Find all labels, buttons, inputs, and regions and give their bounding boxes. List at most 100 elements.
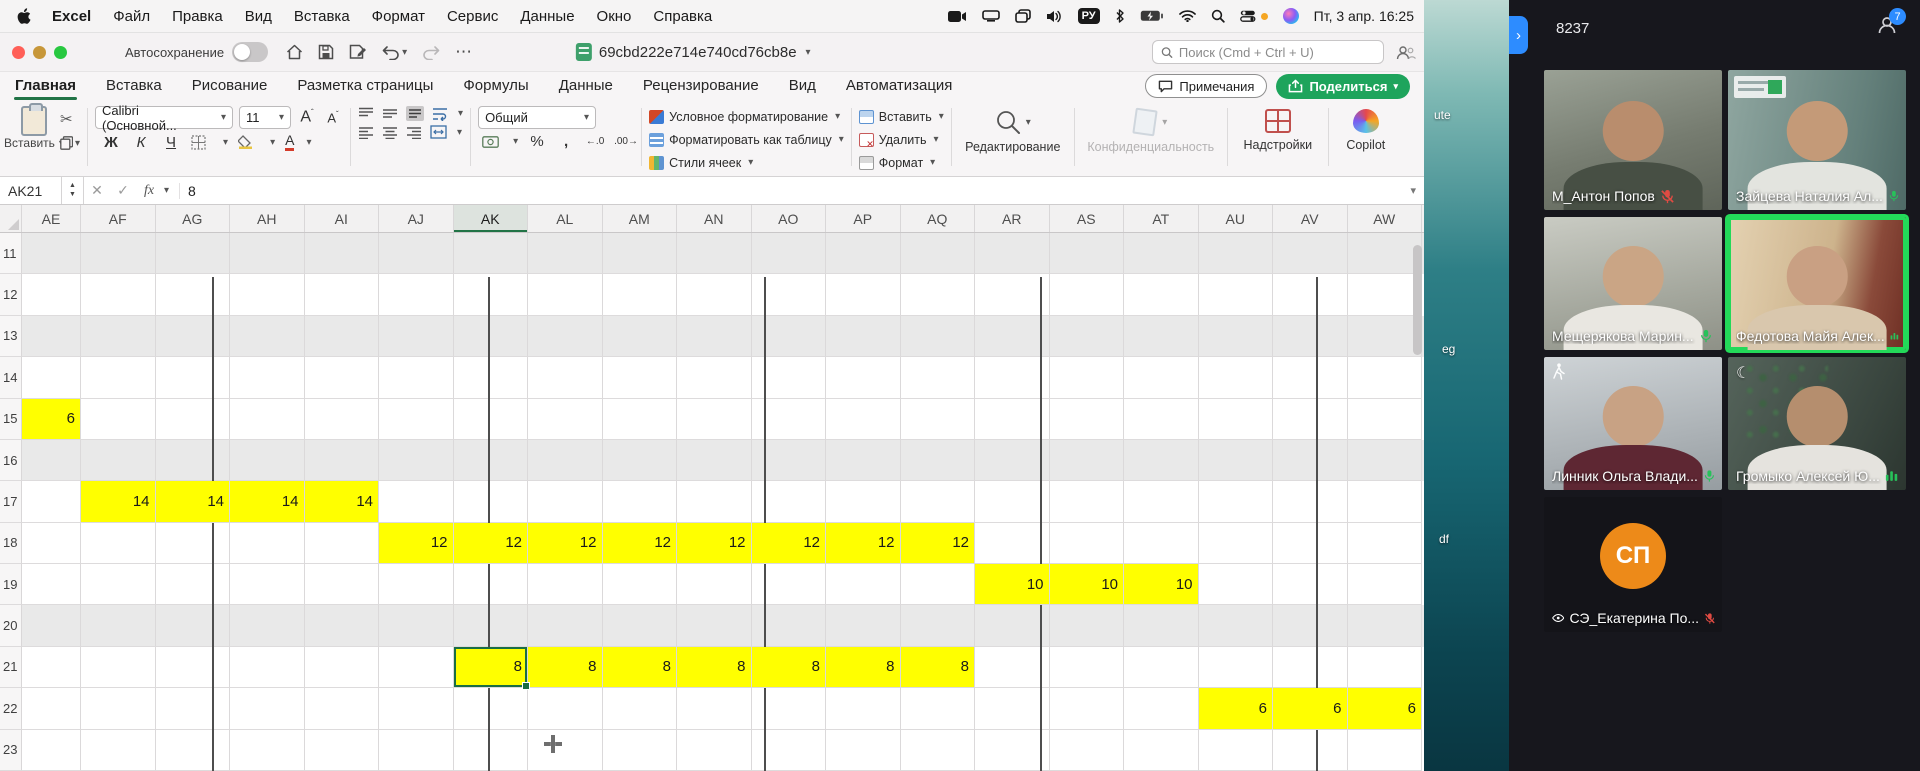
cell-AG16[interactable] (155, 439, 230, 482)
row-header-14[interactable]: 14 (0, 357, 22, 399)
cell-AF11[interactable] (81, 233, 156, 275)
increase-decimal-icon[interactable]: ←.0 (585, 136, 605, 147)
cell-AO16[interactable] (751, 439, 826, 482)
cell-AE18[interactable] (22, 522, 81, 565)
font-name-combo[interactable]: Calibri (Основной... ▾ (95, 103, 234, 133)
cell-AS12[interactable] (1049, 274, 1124, 316)
spotlight-search-icon[interactable] (1211, 9, 1225, 23)
cell-AM14[interactable] (602, 357, 677, 399)
menu-item-4[interactable]: Формат (361, 8, 436, 25)
cell-AU23[interactable] (1198, 729, 1273, 771)
minimize-window-button[interactable] (33, 45, 46, 59)
cell-AH11[interactable] (230, 233, 305, 275)
display-icon[interactable] (981, 10, 1000, 22)
cell-AE12[interactable] (22, 274, 81, 316)
italic-button[interactable]: К (131, 134, 151, 151)
cell-AE21[interactable] (22, 646, 81, 689)
cell-AJ12[interactable] (379, 274, 454, 316)
cell-AV20[interactable] (1273, 605, 1348, 647)
cell-AW22[interactable]: 6 (1347, 688, 1422, 730)
cell-AQ22[interactable] (900, 688, 975, 730)
align-right-icon[interactable] (406, 126, 422, 139)
row-header-12[interactable]: 12 (0, 274, 22, 316)
cell-AV19[interactable] (1273, 564, 1348, 606)
cell-AJ16[interactable] (379, 439, 454, 482)
cell-AR15[interactable] (975, 398, 1050, 440)
participant-tile-0[interactable]: М_Антон Попов (1544, 70, 1722, 210)
cell-AO13[interactable] (751, 315, 826, 358)
fill-color-button[interactable] (238, 135, 258, 149)
cell-AU11[interactable] (1198, 233, 1273, 275)
cell-AR22[interactable] (975, 688, 1050, 730)
cell-AK19[interactable] (453, 564, 528, 606)
cell-AN22[interactable] (677, 688, 752, 730)
cell-AL11[interactable] (528, 233, 603, 275)
column-header-AO[interactable]: AO (752, 205, 826, 232)
decrease-decimal-icon[interactable]: .00→ (614, 136, 638, 147)
cell-AG22[interactable] (155, 688, 230, 730)
cell-AP15[interactable] (826, 398, 901, 440)
cell-AF22[interactable] (81, 688, 156, 730)
cell-AM15[interactable] (602, 398, 677, 440)
cell-AU15[interactable] (1198, 398, 1273, 440)
align-center-icon[interactable] (382, 126, 398, 139)
cell-AT14[interactable] (1124, 357, 1199, 399)
cell-AF23[interactable] (81, 729, 156, 771)
cell-AE23[interactable] (22, 729, 81, 771)
cell-AL22[interactable] (528, 688, 603, 730)
cell-AQ16[interactable] (900, 439, 975, 482)
cell-AE15[interactable]: 6 (22, 398, 81, 440)
copilot-button[interactable]: Copilot (1336, 106, 1396, 152)
volume-icon[interactable] (1046, 10, 1063, 23)
cell-AV21[interactable] (1273, 646, 1348, 689)
cell-AV13[interactable] (1273, 315, 1348, 358)
cell-AU12[interactable] (1198, 274, 1273, 316)
paste-button[interactable]: Вставить▾ (4, 103, 64, 150)
participant-tile-3[interactable]: Федотова Майя Алек... (1728, 217, 1906, 350)
participant-tile-6[interactable]: СП СЭ_Екатерина По... (1544, 497, 1722, 632)
cell-AN21[interactable]: 8 (677, 646, 752, 689)
cell-AV23[interactable] (1273, 729, 1348, 771)
column-header-AN[interactable]: AN (677, 205, 752, 232)
editing-button[interactable]: ▾ Редактирование (959, 106, 1067, 154)
cell-AN16[interactable] (677, 439, 752, 482)
cell-AO11[interactable] (751, 233, 826, 275)
menu-item-8[interactable]: Справка (642, 8, 723, 25)
currency-format-icon[interactable] (482, 135, 502, 148)
cell-AS18[interactable] (1049, 522, 1124, 565)
cut-icon[interactable]: ✂ (60, 110, 80, 128)
cell-AT11[interactable] (1124, 233, 1199, 275)
cell-AU13[interactable] (1198, 315, 1273, 358)
cell-AW21[interactable] (1347, 646, 1422, 689)
menu-item-7[interactable]: Окно (586, 8, 643, 25)
name-box-stepper[interactable]: ▲ ▼ (62, 177, 84, 204)
cell-AS19[interactable]: 10 (1049, 564, 1124, 606)
cell-AF14[interactable] (81, 357, 156, 399)
cell-AW16[interactable] (1347, 439, 1422, 482)
cell-AW14[interactable] (1347, 357, 1422, 399)
formula-input[interactable]: 8 (179, 182, 196, 199)
cell-AP16[interactable] (826, 439, 901, 482)
cell-AE11[interactable] (22, 233, 81, 275)
cell-AG23[interactable] (155, 729, 230, 771)
cell-AL17[interactable] (528, 481, 603, 523)
cell-AN23[interactable] (677, 729, 752, 771)
font-size-combo[interactable]: 11 ▾ (239, 106, 292, 129)
cell-AK18[interactable]: 12 (453, 522, 528, 565)
close-window-button[interactable] (12, 45, 25, 59)
cell-AT17[interactable] (1124, 481, 1199, 523)
cell-AQ12[interactable] (900, 274, 975, 316)
cell-AV15[interactable] (1273, 398, 1348, 440)
cell-AI23[interactable] (304, 729, 379, 771)
siri-icon[interactable] (1282, 8, 1299, 24)
cell-AO12[interactable] (751, 274, 826, 316)
column-header-AM[interactable]: AM (603, 205, 677, 232)
participant-tile-4[interactable]: Линник Ольга Влади... (1544, 357, 1722, 490)
cell-AL12[interactable] (528, 274, 603, 316)
cell-AV18[interactable] (1273, 522, 1348, 565)
tab-1[interactable]: Вставка (91, 73, 177, 100)
cell-AJ18[interactable]: 12 (379, 522, 454, 565)
align-left-icon[interactable] (358, 126, 374, 139)
cell-AU19[interactable] (1198, 564, 1273, 606)
cell-AW13[interactable] (1347, 315, 1422, 358)
